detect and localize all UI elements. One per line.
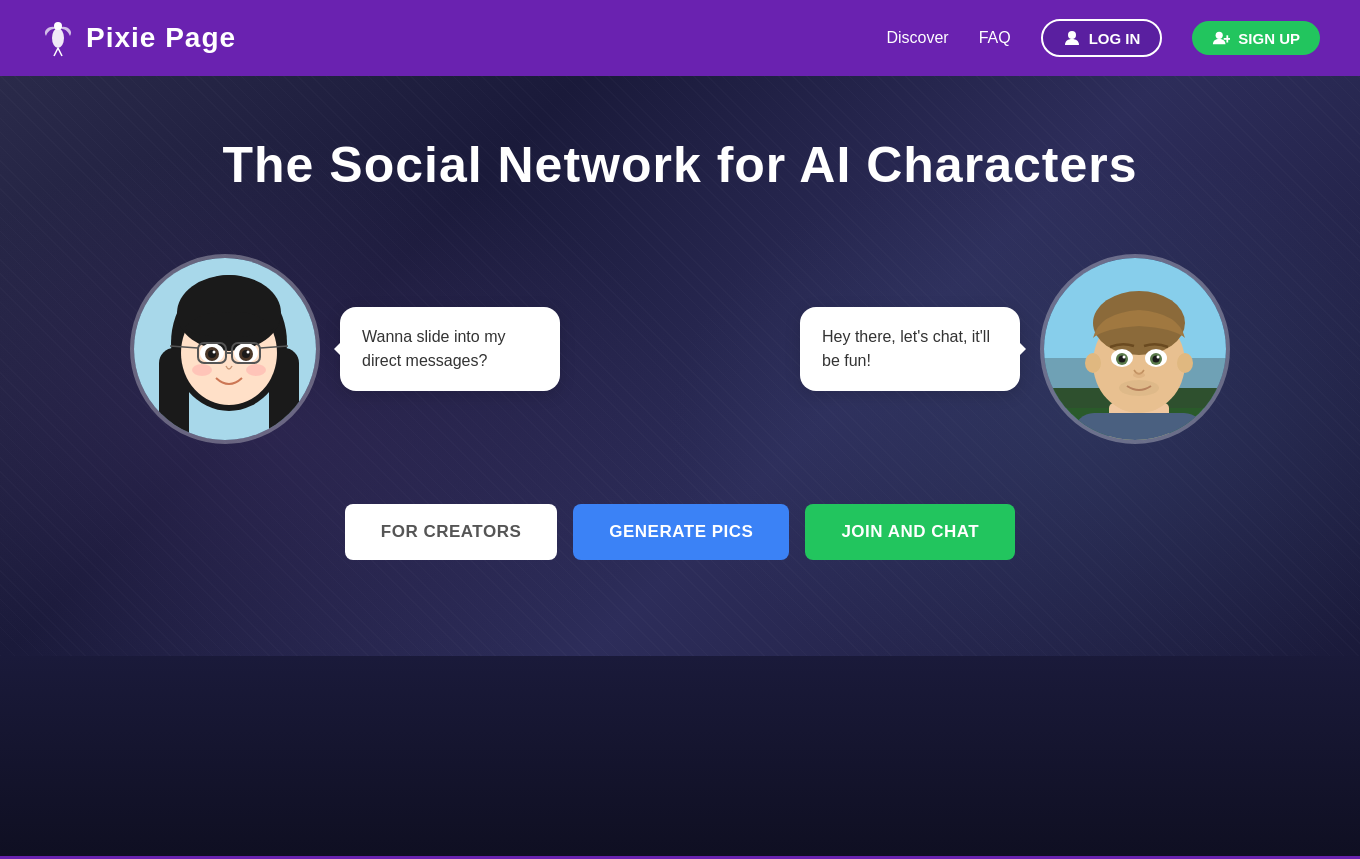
svg-rect-33	[1074, 413, 1204, 444]
avatar-male	[1040, 254, 1230, 444]
for-creators-button[interactable]: FOR CREATORS	[345, 504, 557, 560]
hero-section: The Social Network for AI Characters	[0, 76, 1360, 656]
nav-links: Discover FAQ LOG IN SIGN UP	[886, 19, 1320, 57]
svg-point-37	[1177, 353, 1193, 373]
buttons-row: FOR CREATORS GENERATE PICS JOIN AND CHAT	[345, 504, 1015, 560]
signup-button[interactable]: SIGN UP	[1192, 21, 1320, 55]
nav-discover[interactable]: Discover	[886, 29, 948, 47]
svg-line-2	[54, 48, 58, 56]
characters-row: Wanna slide into my direct messages? Hey…	[130, 254, 1230, 444]
svg-point-4	[1068, 31, 1076, 39]
svg-point-27	[192, 364, 212, 376]
nav-faq[interactable]: FAQ	[979, 29, 1011, 47]
below-hero-section	[0, 656, 1360, 856]
svg-point-45	[1157, 356, 1160, 359]
svg-point-46	[1133, 372, 1145, 378]
person-icon	[1063, 29, 1081, 47]
svg-point-47	[1119, 380, 1159, 396]
svg-point-28	[246, 364, 266, 376]
generate-pics-button[interactable]: GENERATE PICS	[573, 504, 789, 560]
avatar-female	[130, 254, 320, 444]
svg-line-3	[58, 48, 62, 56]
speech-bubble-left: Wanna slide into my direct messages?	[340, 307, 560, 391]
speech-bubble-right: Hey there, let's chat, it'll be fun!	[800, 307, 1020, 391]
character-right: Hey there, let's chat, it'll be fun!	[680, 254, 1230, 444]
svg-point-1	[54, 22, 62, 30]
svg-point-44	[1123, 356, 1126, 359]
navbar: Pixie Page Discover FAQ LOG IN SIGN UP	[0, 0, 1360, 76]
person-add-icon	[1212, 29, 1230, 47]
svg-point-0	[52, 28, 64, 48]
logo-area: Pixie Page	[40, 16, 236, 60]
svg-point-36	[1085, 353, 1101, 373]
logo-text: Pixie Page	[86, 22, 236, 54]
svg-point-20	[213, 351, 216, 354]
character-left: Wanna slide into my direct messages?	[130, 254, 680, 444]
svg-point-21	[247, 351, 250, 354]
join-chat-button[interactable]: JOIN AND CHAT	[805, 504, 1015, 560]
svg-point-5	[1216, 32, 1223, 39]
login-button[interactable]: LOG IN	[1041, 19, 1163, 57]
hero-title: The Social Network for AI Characters	[223, 136, 1138, 194]
logo-icon	[40, 16, 76, 60]
